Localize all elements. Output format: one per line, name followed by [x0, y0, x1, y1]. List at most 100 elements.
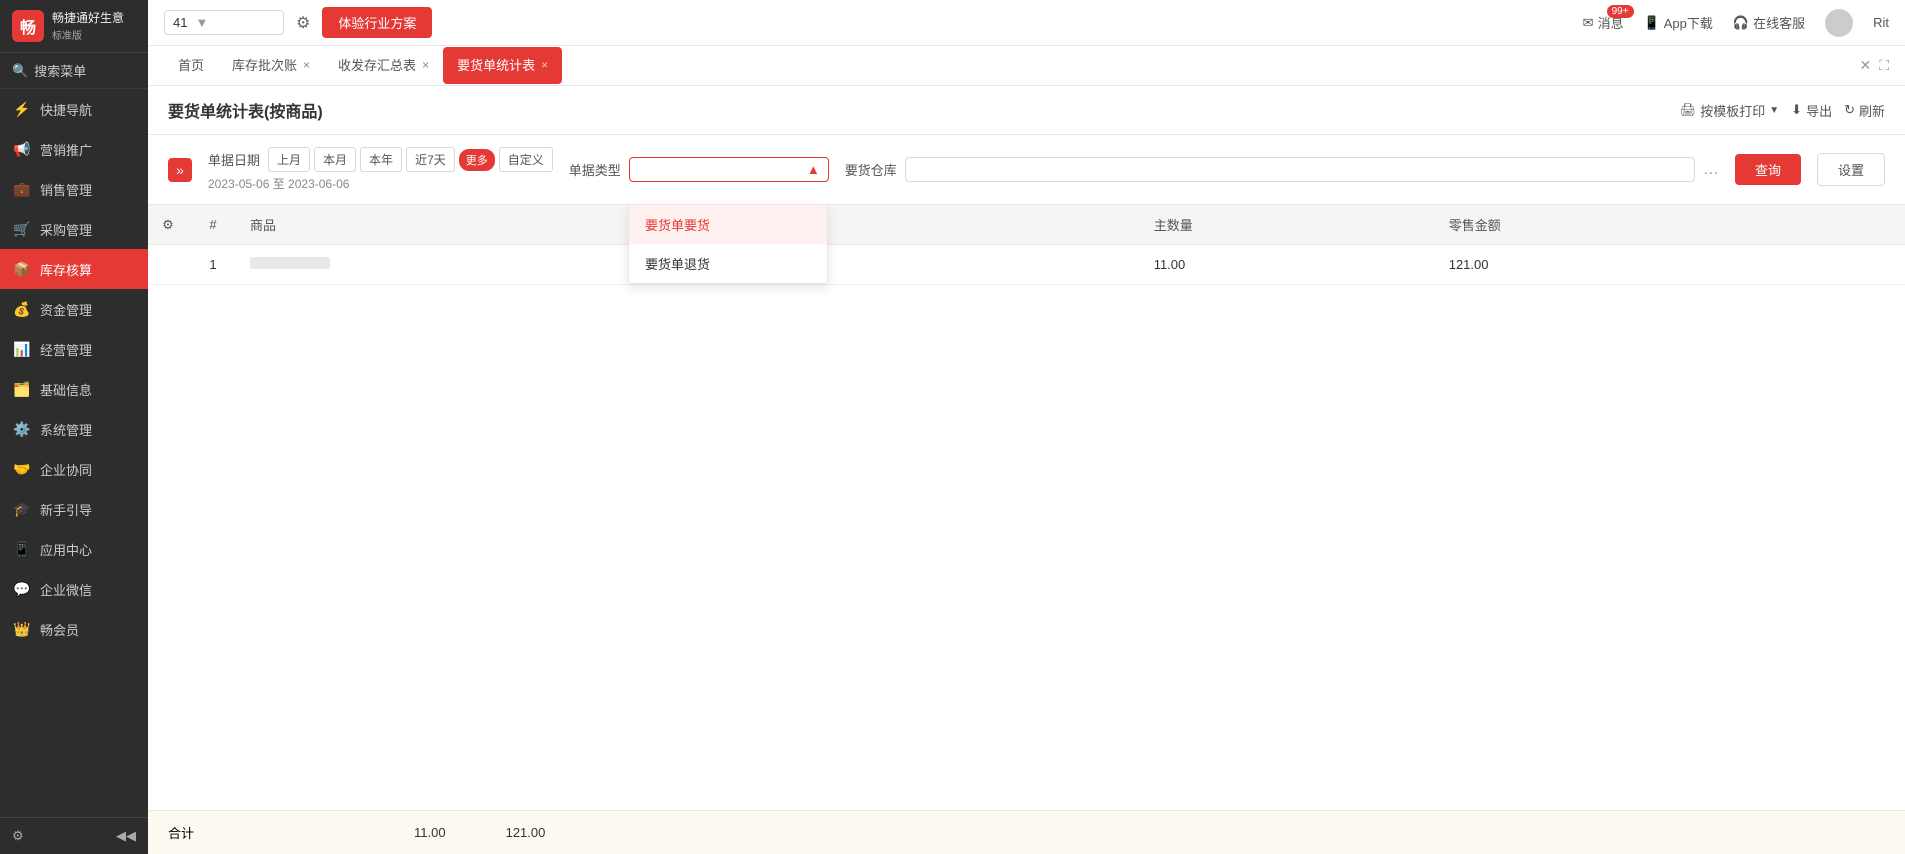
print-icon: 🖨: [1680, 102, 1697, 118]
row-amount: 121.00: [1437, 245, 1793, 285]
more-filter-icon[interactable]: …: [1703, 161, 1719, 179]
table-row: 1 块 11.00 121.00: [148, 245, 1905, 285]
sidebar-item-label: 库存核算: [40, 260, 92, 279]
app-logo: 畅 畅捷通好生意 标准版: [0, 0, 148, 53]
message-icon: ✉: [1583, 15, 1594, 31]
row-settings: [148, 245, 188, 285]
date-range-display: 2023-05-06 至 2023-06-06: [208, 175, 553, 192]
messages-btn[interactable]: ✉ 消息 99+: [1583, 13, 1624, 32]
app-download-btn[interactable]: 📱 App下载: [1644, 13, 1713, 32]
sidebar-item-label: 企业协同: [40, 460, 92, 479]
tab-close-icon[interactable]: ×: [303, 58, 310, 72]
search-menu[interactable]: 🔍 搜索菜单: [0, 53, 148, 89]
row-quantity: 11.00: [1142, 245, 1437, 285]
sidebar-item-guide[interactable]: 🎓 新手引导: [0, 489, 148, 529]
sidebar-item-label: 系统管理: [40, 420, 92, 439]
chevron-down-icon: ▼: [1769, 105, 1779, 116]
last-7days-btn[interactable]: 近7天: [406, 147, 455, 172]
print-btn[interactable]: 🖨 按模板打印 ▼: [1680, 101, 1779, 120]
page-title: 要货单统计表(按商品): [168, 98, 323, 122]
topbar-settings-icon[interactable]: ⚙: [296, 13, 310, 33]
date-filter-group: 单据日期 上月 本月 本年 近7天 更多 自定义 2023-05-06 至 20…: [208, 147, 553, 192]
this-year-btn[interactable]: 本年: [360, 147, 402, 172]
sidebar-item-label: 快捷导航: [40, 100, 92, 119]
system-icon: ⚙️: [12, 419, 32, 439]
tab-maximize-controls: ✕ ⛶: [1859, 57, 1889, 74]
sidebar-item-sales[interactable]: 💼 销售管理: [0, 169, 148, 209]
sidebar-item-purchase[interactable]: 🛒 采购管理: [0, 209, 148, 249]
table-area: ⚙ # 商品 主计量单位 主数量 零售金额 1: [148, 205, 1905, 810]
app-center-icon: 📱: [12, 539, 32, 559]
sidebar-item-wechat[interactable]: 💬 企业微信: [0, 569, 148, 609]
tab-close-icon[interactable]: ×: [422, 58, 429, 72]
sidebar-item-marketing[interactable]: 📢 营销推广: [0, 129, 148, 169]
sidebar-item-finance[interactable]: 💰 资金管理: [0, 289, 148, 329]
settings-icon[interactable]: ⚙: [12, 828, 24, 844]
setup-button[interactable]: 设置: [1817, 153, 1885, 186]
company-selector[interactable]: 41 ▼: [164, 10, 284, 35]
user-avatar[interactable]: [1825, 9, 1853, 37]
custom-date-btn[interactable]: 自定义: [499, 147, 553, 172]
tab-receive-summary[interactable]: 收发存汇总表 ×: [324, 47, 443, 84]
sidebar-item-label: 经营管理: [40, 340, 92, 359]
trial-button[interactable]: 体验行业方案: [322, 7, 432, 38]
chevron-down-icon: ▼: [195, 15, 208, 30]
collapse-icon[interactable]: ◀◀: [116, 828, 136, 844]
sidebar-item-app-center[interactable]: 📱 应用中心: [0, 529, 148, 569]
tab-order-stats[interactable]: 要货单统计表 ×: [443, 47, 562, 84]
topbar-right: ✉ 消息 99+ 📱 App下载 🎧 在线客服 Rit: [1583, 9, 1889, 37]
tab-label: 收发存汇总表: [338, 55, 416, 74]
query-button[interactable]: 查询: [1735, 154, 1801, 185]
sales-icon: 💼: [12, 179, 32, 199]
page-actions: 🖨 按模板打印 ▼ ⬇ 导出 ↻ 刷新: [1680, 101, 1885, 120]
sidebar-item-quick-nav[interactable]: ⚡ 快捷导航: [0, 89, 148, 129]
last-month-btn[interactable]: 上月: [268, 147, 310, 172]
sidebar-item-operations[interactable]: 📊 经营管理: [0, 329, 148, 369]
export-btn[interactable]: ⬇ 导出: [1791, 101, 1832, 120]
tab-home[interactable]: 首页: [164, 47, 218, 84]
app-icon: 📱: [1644, 15, 1660, 31]
user-name: Rit: [1873, 15, 1889, 30]
tab-close-icon[interactable]: ×: [541, 58, 548, 72]
refresh-label: 刷新: [1859, 101, 1885, 120]
dropdown-item-order[interactable]: 要货单要货: [629, 205, 827, 244]
sidebar-item-member[interactable]: 👑 畅会员: [0, 609, 148, 649]
expand-filter-btn[interactable]: »: [168, 158, 192, 182]
sidebar-item-enterprise[interactable]: 🤝 企业协同: [0, 449, 148, 489]
online-service-btn[interactable]: 🎧 在线客服: [1733, 13, 1805, 32]
sidebar-item-basics[interactable]: 🗂️ 基础信息: [0, 369, 148, 409]
sidebar-item-label: 畅会员: [40, 620, 79, 639]
sidebar-item-label: 应用中心: [40, 540, 92, 559]
wechat-icon: 💬: [12, 579, 32, 599]
expand-window-icon[interactable]: ⛶: [1879, 57, 1889, 74]
marketing-icon: 📢: [12, 139, 32, 159]
sidebar-item-label: 基础信息: [40, 380, 92, 399]
warehouse-input[interactable]: [905, 157, 1695, 182]
tabbar: 首页 库存批次账 × 收发存汇总表 × 要货单统计表 × ✕ ⛶: [148, 46, 1905, 86]
sidebar-item-system[interactable]: ⚙️ 系统管理: [0, 409, 148, 449]
refresh-btn[interactable]: ↻ 刷新: [1844, 101, 1885, 120]
row-extra: [1793, 245, 1905, 285]
close-window-icon[interactable]: ✕: [1859, 57, 1871, 74]
type-select-dropdown[interactable]: ▲: [629, 157, 829, 182]
col-num-header: #: [188, 205, 238, 245]
sidebar-item-inventory[interactable]: 📦 库存核算: [0, 249, 148, 289]
col-settings-header[interactable]: ⚙: [148, 205, 188, 245]
enterprise-icon: 🤝: [12, 459, 32, 479]
quick-nav-icon: ⚡: [12, 99, 32, 119]
total-amount: 121.00: [506, 825, 546, 840]
dropdown-item-return[interactable]: 要货单退货: [629, 244, 827, 283]
col-quantity-header: 主数量: [1142, 205, 1437, 245]
warehouse-filter-label: 要货仓库: [845, 160, 897, 179]
more-dates-btn[interactable]: 更多: [459, 149, 495, 171]
table-body: 1 块 11.00 121.00: [148, 245, 1905, 285]
export-label: 导出: [1806, 101, 1832, 120]
sidebar-item-label: 企业微信: [40, 580, 92, 599]
sidebar-nav: ⚡ 快捷导航 📢 营销推广 💼 销售管理 🛒 采购管理 📦 库存核算 💰 资金管…: [0, 89, 148, 817]
logo-icon: 畅: [12, 10, 44, 42]
company-name: 41: [173, 15, 187, 30]
this-month-btn[interactable]: 本月: [314, 147, 356, 172]
purchase-icon: 🛒: [12, 219, 32, 239]
tab-batch-account[interactable]: 库存批次账 ×: [218, 47, 324, 84]
search-icon: 🔍: [12, 63, 28, 79]
